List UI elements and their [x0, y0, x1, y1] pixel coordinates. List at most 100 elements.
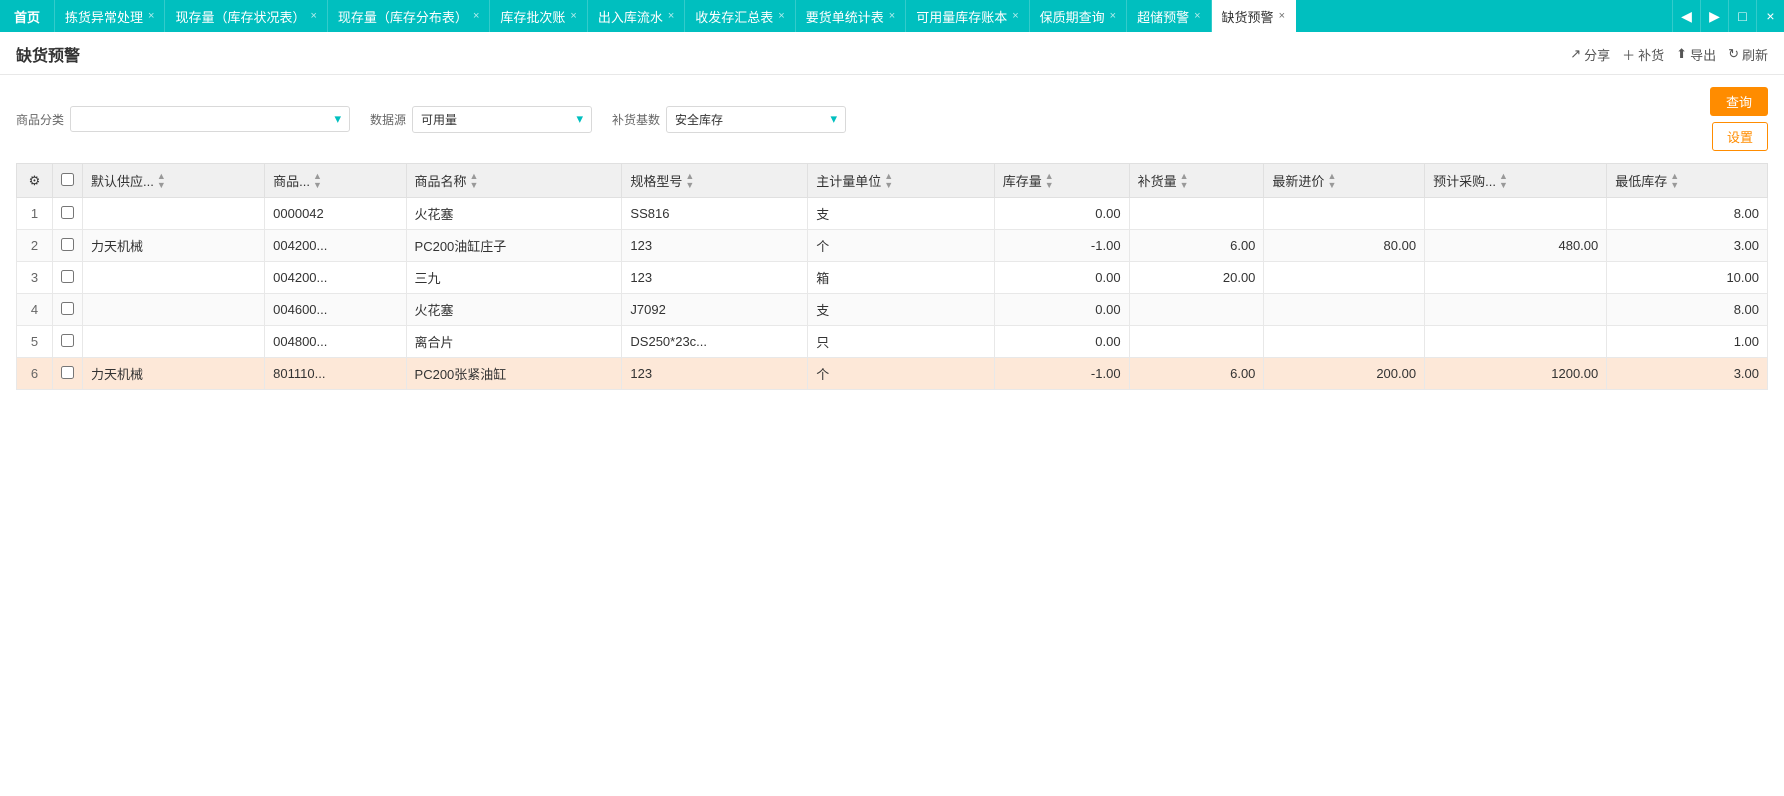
datasource-arrow-icon: ▾ [577, 111, 584, 127]
row-checkbox[interactable] [61, 302, 74, 315]
replenish-cell: 6.00 [1129, 230, 1264, 262]
lastprice-sort-icon: ▲▼ [1327, 172, 1336, 190]
select-all-checkbox[interactable] [61, 173, 74, 186]
replenish-cell: 20.00 [1129, 262, 1264, 294]
unit-cell: 只 [808, 326, 994, 358]
col-est-purchase[interactable]: 预计采购... ▲▼ [1425, 164, 1607, 198]
col-name[interactable]: 商品名称 ▲▼ [406, 164, 622, 198]
tab-10[interactable]: 超储预警 × [1127, 0, 1211, 32]
col-min-stock[interactable]: 最低库存 ▲▼ [1607, 164, 1768, 198]
filter-datasource: 数据源 可用量 ▾ [370, 106, 592, 133]
close-tab-1[interactable]: × [148, 10, 154, 22]
close-tab-4[interactable]: × [570, 10, 576, 22]
filter-replenish-base: 补货基数 安全库存 ▾ [612, 106, 846, 133]
close-tab-5[interactable]: × [668, 10, 674, 22]
col-code[interactable]: 商品... ▲▼ [265, 164, 406, 198]
close-tab-11[interactable]: × [1279, 10, 1285, 22]
close-tab-2[interactable]: × [310, 10, 316, 22]
min-stock-cell: 3.00 [1607, 358, 1768, 390]
stock-sort-icon: ▲▼ [1045, 172, 1054, 190]
supplier-cell [83, 198, 265, 230]
replenish-button[interactable]: ＋ 补货 [1622, 45, 1664, 64]
col-spec[interactable]: 规格型号 ▲▼ [622, 164, 808, 198]
export-label: 导出 [1690, 45, 1716, 64]
close-tab-9[interactable]: × [1110, 10, 1116, 22]
est-purchase-cell [1425, 326, 1607, 358]
replenish-base-select[interactable]: 安全库存 ▾ [666, 106, 846, 133]
table-body: 1 0000042 火花塞 SS816 支 0.00 8.00 2 力天机械 0… [17, 198, 1768, 390]
tab-home[interactable]: 首页 [0, 0, 55, 32]
nav-prev-btn[interactable]: ◀ [1672, 0, 1700, 32]
replenish-sort-icon: ▲▼ [1180, 172, 1189, 190]
datasource-select[interactable]: 可用量 ▾ [412, 106, 592, 133]
col-checkbox-all[interactable] [53, 164, 83, 198]
settings-button[interactable]: 设置 [1712, 122, 1768, 151]
nav-window-btn[interactable]: □ [1728, 0, 1756, 32]
header-actions: ↗ 分享 ＋ 补货 ⬆ 导出 ↻ 刷新 [1570, 45, 1768, 64]
minstock-sort-icon: ▲▼ [1670, 172, 1679, 190]
spec-cell: 123 [622, 358, 808, 390]
nav-next-btn[interactable]: ▶ [1700, 0, 1728, 32]
share-button[interactable]: ↗ 分享 [1570, 45, 1610, 64]
col-last-price[interactable]: 最新进价 ▲▼ [1264, 164, 1425, 198]
name-cell: 三九 [406, 262, 622, 294]
query-button[interactable]: 查询 [1710, 87, 1768, 116]
tab-5[interactable]: 出入库流水 × [588, 0, 685, 32]
seq-cell: 6 [17, 358, 53, 390]
row-checkbox-cell[interactable] [53, 358, 83, 390]
filter-category: 商品分类 ▾ [16, 106, 350, 132]
last-price-cell [1264, 294, 1425, 326]
col-stock[interactable]: 库存量 ▲▼ [994, 164, 1129, 198]
close-tab-8[interactable]: × [1012, 10, 1018, 22]
tab-2[interactable]: 现存量（库存状况表） × [165, 0, 327, 32]
tab-4[interactable]: 库存批次账 × [490, 0, 587, 32]
row-checkbox-cell[interactable] [53, 294, 83, 326]
tab-11-active[interactable]: 缺货预警 × [1212, 0, 1296, 32]
col-unit[interactable]: 主计量单位 ▲▼ [808, 164, 994, 198]
row-checkbox[interactable] [61, 206, 74, 219]
name-cell: 火花塞 [406, 294, 622, 326]
row-checkbox[interactable] [61, 270, 74, 283]
est-purchase-cell [1425, 294, 1607, 326]
seq-cell: 1 [17, 198, 53, 230]
seq-cell: 5 [17, 326, 53, 358]
tab-7[interactable]: 要货单统计表 × [796, 0, 906, 32]
export-button[interactable]: ⬆ 导出 [1676, 45, 1716, 64]
row-checkbox[interactable] [61, 238, 74, 251]
tab-6[interactable]: 收发存汇总表 × [685, 0, 795, 32]
spec-cell: 123 [622, 230, 808, 262]
name-cell: PC200张紧油缸 [406, 358, 622, 390]
row-checkbox-cell[interactable] [53, 198, 83, 230]
tab-1[interactable]: 拣货异常处理 × [55, 0, 165, 32]
tab-3[interactable]: 现存量（库存分布表） × [328, 0, 490, 32]
close-tab-10[interactable]: × [1194, 10, 1200, 22]
category-select[interactable]: ▾ [70, 106, 350, 132]
row-checkbox-cell[interactable] [53, 262, 83, 294]
col-supplier[interactable]: 默认供应... ▲▼ [83, 164, 265, 198]
tab-8[interactable]: 可用量库存账本 × [906, 0, 1029, 32]
supplier-cell [83, 262, 265, 294]
min-stock-cell: 8.00 [1607, 198, 1768, 230]
col-replenish[interactable]: 补货量 ▲▼ [1129, 164, 1264, 198]
row-checkbox[interactable] [61, 334, 74, 347]
spec-cell: DS250*23c... [622, 326, 808, 358]
code-cell: 004200... [265, 230, 406, 262]
row-checkbox-cell[interactable] [53, 326, 83, 358]
row-checkbox-cell[interactable] [53, 230, 83, 262]
close-tab-7[interactable]: × [889, 10, 895, 22]
nav-close-btn[interactable]: × [1756, 0, 1784, 32]
close-tab-6[interactable]: × [778, 10, 784, 22]
unit-cell: 支 [808, 294, 994, 326]
col-gear[interactable]: ⚙ [17, 164, 53, 198]
last-price-cell [1264, 326, 1425, 358]
est-purchase-cell: 480.00 [1425, 230, 1607, 262]
supplier-cell: 力天机械 [83, 230, 265, 262]
page-header: 缺货预警 ↗ 分享 ＋ 补货 ⬆ 导出 ↻ 刷新 [0, 32, 1784, 75]
tab-9[interactable]: 保质期查询 × [1030, 0, 1127, 32]
datasource-value: 可用量 [421, 111, 457, 128]
refresh-button[interactable]: ↻ 刷新 [1728, 45, 1768, 64]
close-tab-3[interactable]: × [473, 10, 479, 22]
replenish-cell [1129, 294, 1264, 326]
row-checkbox[interactable] [61, 366, 74, 379]
tab-home-label: 首页 [14, 7, 40, 26]
